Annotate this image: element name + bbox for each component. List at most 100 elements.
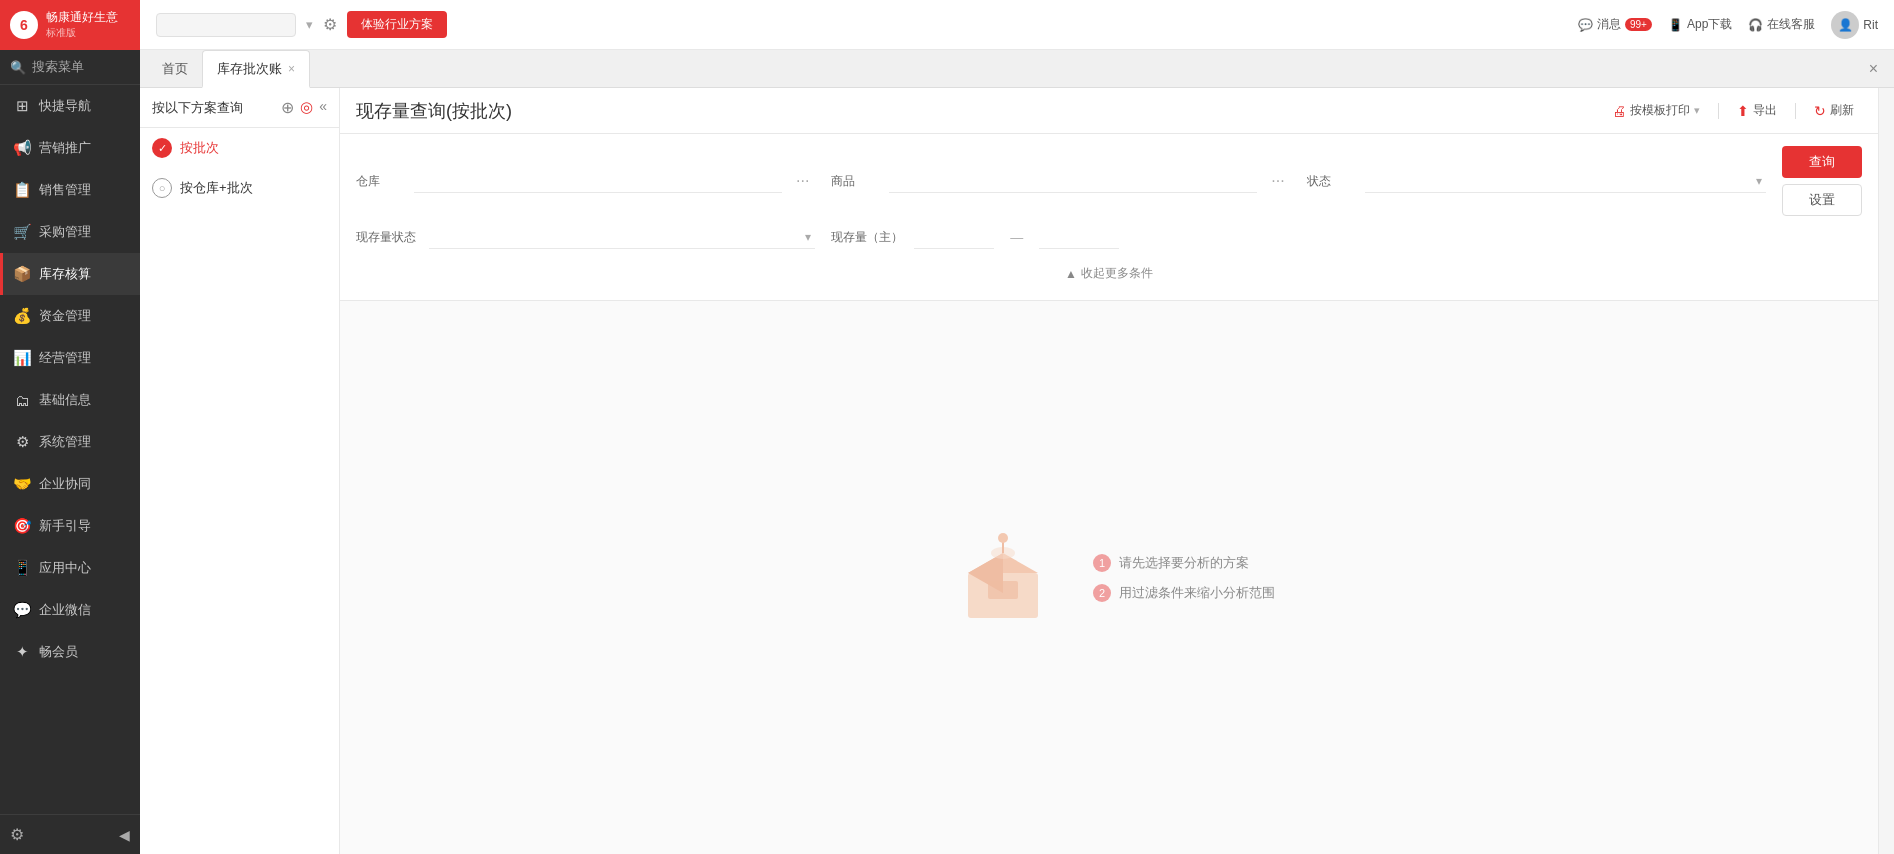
nav-label-quick-nav: 快捷导航 bbox=[39, 97, 91, 115]
refresh-button[interactable]: ↻ 刷新 bbox=[1806, 98, 1862, 123]
sidebar-item-system[interactable]: ⚙ 系统管理 bbox=[0, 421, 140, 463]
filter-item-warehouse-label: 按仓库+批次 bbox=[180, 179, 253, 197]
user-name: Rit bbox=[1863, 18, 1878, 32]
nav-icon-purchase: 🛒 bbox=[13, 223, 31, 241]
user-item[interactable]: 👤 Rit bbox=[1831, 11, 1878, 39]
divider-1 bbox=[1718, 103, 1719, 119]
online-service-label: 在线客服 bbox=[1767, 16, 1815, 33]
nav-icon-enterprise: 🤝 bbox=[13, 475, 31, 493]
app-download-item[interactable]: 📱 App下载 bbox=[1668, 16, 1732, 33]
filter-item-by-warehouse-batch[interactable]: ○ 按仓库+批次 bbox=[140, 168, 339, 208]
sidebar-brand: 畅康通好生意 标准版 bbox=[46, 10, 118, 40]
svg-point-6 bbox=[998, 533, 1008, 543]
product-more-icon[interactable]: ··· bbox=[1265, 170, 1290, 192]
filter-row-2: 现存量状态 ▾ 现存量（主） — bbox=[356, 226, 1862, 249]
nav-icon-wechat: 💬 bbox=[13, 601, 31, 619]
messages-item[interactable]: 💬 消息 99+ bbox=[1578, 16, 1652, 33]
hint-text-2: 用过滤条件来缩小分析范围 bbox=[1119, 584, 1275, 602]
nav-icon-sales: 📋 bbox=[13, 181, 31, 199]
tab-close-icon[interactable]: × bbox=[288, 62, 295, 76]
collapse-row[interactable]: ▲ 收起更多条件 bbox=[356, 259, 1862, 288]
nav-icon-newbie: 🎯 bbox=[13, 517, 31, 535]
tab-home[interactable]: 首页 bbox=[148, 50, 202, 88]
empty-hints: 1 请先选择要分析的方案 2 用过滤条件来缩小分析范围 bbox=[1093, 554, 1275, 602]
filter-add-icon[interactable]: ⊕ bbox=[281, 98, 294, 117]
status-select-wrapper: ▾ bbox=[1365, 170, 1766, 193]
tab-inventory-batch-label: 库存批次账 bbox=[217, 60, 282, 78]
print-button[interactable]: 🖨 按模板打印 ▾ bbox=[1604, 98, 1708, 123]
sidebar-item-member[interactable]: ✦ 畅会员 bbox=[0, 631, 140, 673]
quantity-from-input[interactable] bbox=[914, 226, 994, 249]
product-input[interactable] bbox=[889, 170, 1257, 193]
print-icon: 🖨 bbox=[1612, 103, 1626, 119]
online-service-item[interactable]: 🎧 在线客服 bbox=[1748, 16, 1815, 33]
topbar-settings-icon[interactable]: ⚙ bbox=[323, 15, 337, 34]
refresh-label: 刷新 bbox=[1830, 102, 1854, 119]
empty-hint-1: 1 请先选择要分析的方案 bbox=[1093, 554, 1275, 572]
tabbar: 首页 库存批次账 × × bbox=[140, 50, 1894, 88]
filter-item-by-batch[interactable]: ✓ 按批次 bbox=[140, 128, 339, 168]
nav-label-apps: 应用中心 bbox=[39, 559, 91, 577]
sidebar-item-finance[interactable]: 💰 资金管理 bbox=[0, 295, 140, 337]
export-label: 导出 bbox=[1753, 102, 1777, 119]
sidebar-item-purchase[interactable]: 🛒 采购管理 bbox=[0, 211, 140, 253]
nav-icon-member: ✦ bbox=[13, 643, 31, 661]
query-button[interactable]: 查询 bbox=[1782, 146, 1862, 178]
settings-icon[interactable]: ⚙ bbox=[10, 825, 24, 844]
warehouse-input[interactable] bbox=[414, 170, 782, 193]
sidebar-item-wechat[interactable]: 💬 企业微信 bbox=[0, 589, 140, 631]
collapse-label: 收起更多条件 bbox=[1081, 265, 1153, 282]
quantity-dash: — bbox=[1002, 230, 1031, 245]
panel-close-button[interactable]: × bbox=[1861, 60, 1886, 78]
nav-icon-marketing: 📢 bbox=[13, 139, 31, 157]
topbar-search-input[interactable] bbox=[156, 13, 296, 37]
hint-number-2: 2 bbox=[1093, 584, 1111, 602]
nav-label-wechat: 企业微信 bbox=[39, 601, 91, 619]
inventory-status-select[interactable] bbox=[429, 226, 815, 248]
sidebar-logo: 6 bbox=[10, 11, 38, 39]
print-dropdown-icon[interactable]: ▾ bbox=[1694, 104, 1700, 117]
filter-settings-icon[interactable]: ◎ bbox=[300, 98, 313, 117]
sidebar-item-marketing[interactable]: 📢 营销推广 bbox=[0, 127, 140, 169]
sidebar-item-newbie[interactable]: 🎯 新手引导 bbox=[0, 505, 140, 547]
topbar-dropdown-icon[interactable]: ▾ bbox=[306, 17, 313, 32]
nav-icon-finance: 💰 bbox=[13, 307, 31, 325]
nav-label-sales: 销售管理 bbox=[39, 181, 91, 199]
hint-number-1: 1 bbox=[1093, 554, 1111, 572]
industry-solution-button[interactable]: 体验行业方案 bbox=[347, 11, 447, 38]
sidebar-item-basic[interactable]: 🗂 基础信息 bbox=[0, 379, 140, 421]
sidebar-search[interactable]: 🔍 搜索菜单 bbox=[0, 50, 140, 85]
empty-hint-2: 2 用过滤条件来缩小分析范围 bbox=[1093, 584, 1275, 602]
search-icon: 🔍 bbox=[10, 60, 26, 75]
tab-inventory-batch[interactable]: 库存批次账 × bbox=[202, 50, 310, 88]
app-download-label: App下载 bbox=[1687, 16, 1732, 33]
nav-label-finance: 资金管理 bbox=[39, 307, 91, 325]
quantity-label: 现存量（主） bbox=[831, 229, 906, 246]
topbar-right: 💬 消息 99+ 📱 App下载 🎧 在线客服 👤 Rit bbox=[1578, 11, 1878, 39]
quantity-to-input[interactable] bbox=[1039, 226, 1119, 249]
status-select[interactable] bbox=[1365, 170, 1766, 192]
sidebar-item-sales[interactable]: 📋 销售管理 bbox=[0, 169, 140, 211]
nav-label-marketing: 营销推广 bbox=[39, 139, 91, 157]
filter-panel-header: 按以下方案查询 ⊕ ◎ « bbox=[140, 88, 339, 128]
export-icon: ⬆ bbox=[1737, 103, 1749, 119]
sidebar-item-apps[interactable]: 📱 应用中心 bbox=[0, 547, 140, 589]
sidebar-item-enterprise[interactable]: 🤝 企业协同 bbox=[0, 463, 140, 505]
sidebar-item-inventory[interactable]: 📦 库存核算 bbox=[0, 253, 140, 295]
sidebar-item-quick-nav[interactable]: ⊞ 快捷导航 bbox=[0, 85, 140, 127]
warehouse-more-icon[interactable]: ··· bbox=[790, 170, 815, 192]
sidebar-item-operations[interactable]: 📊 经营管理 bbox=[0, 337, 140, 379]
settings-button[interactable]: 设置 bbox=[1782, 184, 1862, 216]
print-label: 按模板打印 bbox=[1630, 102, 1690, 119]
service-icon: 🎧 bbox=[1748, 18, 1763, 32]
sidebar-title: 畅康通好生意 bbox=[46, 10, 118, 26]
export-button[interactable]: ⬆ 导出 bbox=[1729, 98, 1785, 123]
sidebar-header: 6 畅康通好生意 标准版 bbox=[0, 0, 140, 50]
product-label: 商品 bbox=[831, 173, 881, 190]
quantity-field: 现存量（主） — bbox=[831, 226, 1290, 249]
sidebar-subtitle: 标准版 bbox=[46, 26, 118, 40]
filter-collapse-icon[interactable]: « bbox=[319, 98, 327, 117]
nav-icon-inventory: 📦 bbox=[13, 265, 31, 283]
nav-label-member: 畅会员 bbox=[39, 643, 78, 661]
sidebar-toggle-icon[interactable]: ◀ bbox=[119, 827, 130, 843]
